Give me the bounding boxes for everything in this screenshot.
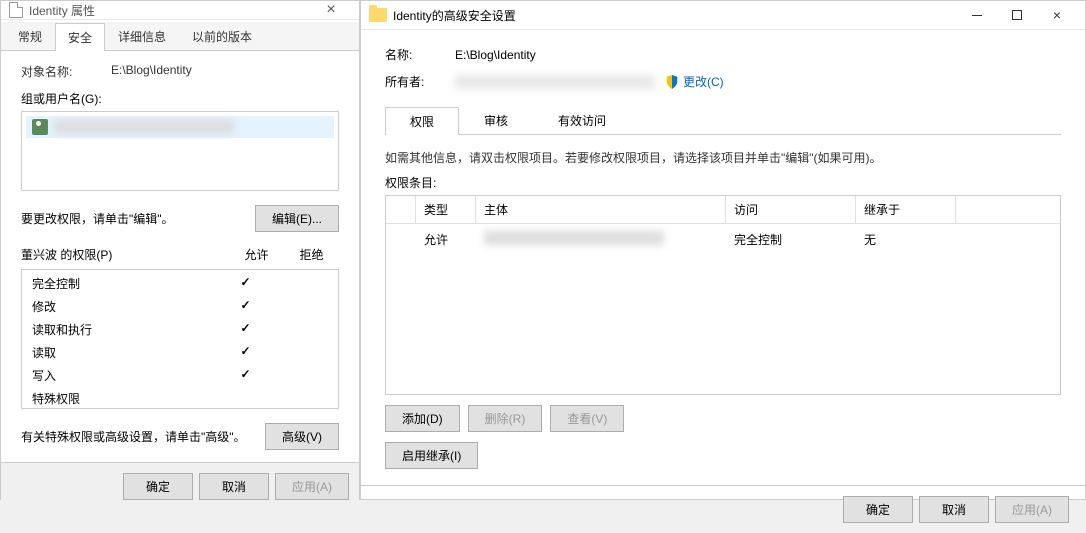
entry-subject	[476, 228, 726, 251]
perm-row: 读取和执行✓	[22, 318, 338, 341]
name-value: E:\Blog\Identity	[455, 48, 536, 62]
entries-label: 权限条目:	[385, 174, 1061, 191]
hint-text: 如需其他信息，请双击权限项目。若要修改权限项目，请选择该项目并单击"编辑"(如果…	[385, 149, 1061, 166]
table-header: 类型 主体 访问 继承于	[386, 196, 1060, 224]
bottom-buttons: 确定 取消 应用(A)	[361, 485, 1085, 533]
apply-button[interactable]: 应用(A)	[995, 496, 1069, 523]
minimize-button[interactable]	[957, 1, 997, 29]
object-name-label: 对象名称:	[21, 63, 111, 80]
advanced-hint: 有关特殊权限或高级设置，请单击"高级"。	[21, 428, 246, 445]
close-icon[interactable]: ×	[311, 1, 351, 19]
check-icon: ✓	[218, 344, 273, 361]
shield-icon	[665, 75, 679, 89]
add-button[interactable]: 添加(D)	[385, 405, 460, 432]
perm-owner-label: 董兴波 的权限(P)	[21, 246, 229, 263]
folder-icon	[369, 8, 387, 22]
check-icon: ✓	[218, 321, 273, 338]
tab-audit[interactable]: 审核	[459, 106, 533, 134]
cancel-button[interactable]: 取消	[199, 473, 269, 500]
enable-inherit-button[interactable]: 启用继承(I)	[385, 442, 478, 469]
tab-security[interactable]: 安全	[55, 23, 105, 51]
col-subject[interactable]: 主体	[476, 196, 726, 223]
dialog-title: Identity 属性	[29, 2, 311, 19]
perm-row: 读取✓	[22, 341, 338, 364]
edit-hint: 要更改权限，请单击"编辑"。	[21, 210, 174, 227]
tab-previous-versions[interactable]: 以前的版本	[179, 22, 265, 50]
col-type[interactable]: 类型	[416, 196, 476, 223]
user-name	[54, 120, 234, 134]
user-icon	[32, 119, 48, 135]
tab-effective-access[interactable]: 有效访问	[533, 106, 631, 134]
entry-inherit: 无	[856, 228, 956, 251]
ok-button[interactable]: 确定	[843, 496, 913, 523]
tab-permissions[interactable]: 权限	[385, 107, 459, 135]
apply-button[interactable]: 应用(A)	[275, 473, 349, 500]
content-area: 对象名称: E:\Blog\Identity 组或用户名(G): 要更改权限，请…	[1, 51, 359, 462]
ok-button[interactable]: 确定	[123, 473, 193, 500]
col-access[interactable]: 访问	[726, 196, 856, 223]
advanced-button[interactable]: 高级(V)	[265, 423, 339, 450]
check-icon: ✓	[218, 367, 273, 384]
perm-row: 特殊权限	[22, 387, 338, 410]
entry-access: 完全控制	[726, 228, 856, 251]
object-name-value: E:\Blog\Identity	[111, 63, 192, 80]
properties-dialog: Identity 属性 × 常规 安全 详细信息 以前的版本 对象名称: E:\…	[0, 0, 360, 500]
deny-column-header: 拒绝	[284, 246, 339, 263]
tabs: 常规 安全 详细信息 以前的版本	[1, 22, 359, 51]
tabs: 权限 审核 有效访问	[385, 106, 1061, 135]
check-icon: ✓	[218, 298, 273, 315]
titlebar: Identity 属性 ×	[1, 1, 359, 20]
remove-button[interactable]: 删除(R)	[468, 405, 543, 432]
close-button[interactable]: ×	[1037, 1, 1077, 29]
edit-button[interactable]: 编辑(E)...	[255, 205, 339, 232]
bottom-buttons: 确定 取消 应用(A)	[1, 462, 359, 510]
entry-type: 允许	[416, 228, 476, 251]
close-icon: ×	[1053, 7, 1061, 23]
check-icon: ✓	[218, 275, 273, 292]
change-owner-link[interactable]: 更改(C)	[683, 73, 724, 90]
view-button[interactable]: 查看(V)	[550, 405, 624, 432]
perm-row: 修改✓	[22, 295, 338, 318]
perm-row: 写入✓	[22, 364, 338, 387]
file-icon	[9, 2, 23, 18]
user-item[interactable]	[26, 116, 334, 138]
entries-table: 类型 主体 访问 继承于 允许 完全控制 无	[385, 195, 1061, 395]
tab-general[interactable]: 常规	[5, 22, 55, 50]
perm-row: 完全控制✓	[22, 272, 338, 295]
owner-value	[455, 75, 655, 89]
maximize-button[interactable]	[997, 1, 1037, 29]
dialog-title: Identity的高级安全设置	[393, 7, 516, 24]
allow-column-header: 允许	[229, 246, 284, 263]
advanced-security-dialog: Identity的高级安全设置 × 名称: E:\Blog\Identity 所…	[360, 0, 1086, 500]
owner-label: 所有者:	[385, 73, 455, 90]
tab-details[interactable]: 详细信息	[105, 22, 179, 50]
cancel-button[interactable]: 取消	[919, 496, 989, 523]
titlebar: Identity的高级安全设置 ×	[361, 1, 1085, 30]
minimize-icon	[972, 15, 982, 16]
users-listbox[interactable]	[21, 111, 339, 191]
name-label: 名称:	[385, 46, 455, 63]
col-inherit[interactable]: 继承于	[856, 196, 956, 223]
users-label: 组或用户名(G):	[21, 90, 339, 107]
table-row[interactable]: 允许 完全控制 无	[386, 224, 1060, 255]
maximize-icon	[1012, 10, 1022, 20]
permissions-list: 完全控制✓ 修改✓ 读取和执行✓ 读取✓ 写入✓ 特殊权限	[21, 269, 339, 409]
